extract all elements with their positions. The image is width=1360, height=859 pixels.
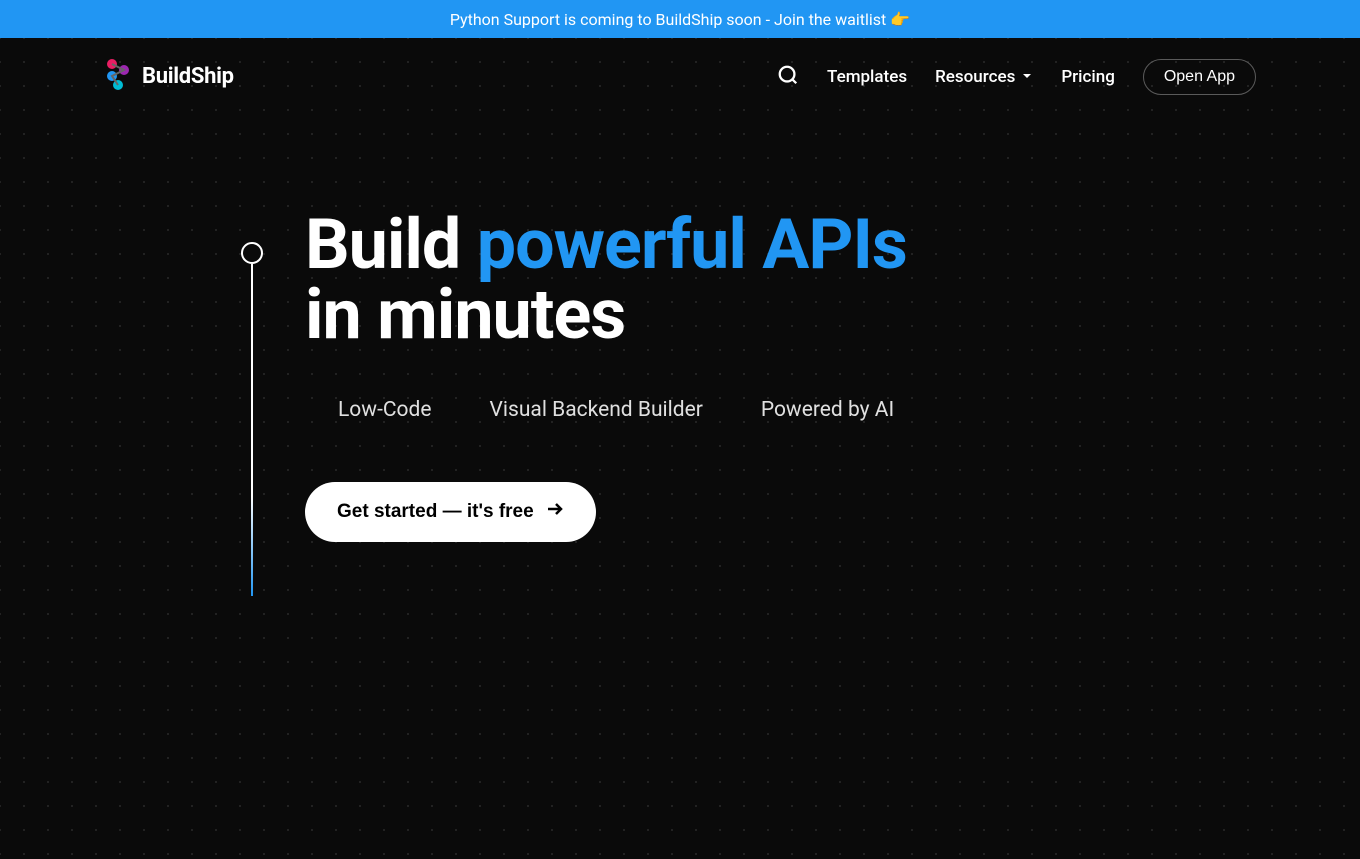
features-list: Low-Code Visual Backend Builder Powered … (305, 398, 1360, 422)
logo[interactable]: BuildShip (104, 58, 234, 95)
announcement-text: Python Support is coming to BuildShip so… (450, 10, 910, 29)
timeline-circle-icon (241, 242, 263, 264)
search-icon[interactable] (777, 64, 799, 90)
arrow-right-icon (546, 500, 564, 524)
open-app-button[interactable]: Open App (1143, 59, 1256, 95)
get-started-button[interactable]: Get started — it's free (305, 482, 596, 542)
main-header: BuildShip Templates Resources Pricing Op… (0, 38, 1360, 115)
nav-resources-label: Resources (935, 67, 1015, 87)
cta-label: Get started — it's free (337, 501, 534, 523)
feature-item: Powered by AI (761, 398, 894, 422)
chevron-down-icon (1021, 67, 1033, 87)
main-nav: Templates Resources Pricing Open App (777, 59, 1256, 95)
hero-title: Build powerful APIs in minutes (305, 210, 1360, 350)
timeline-decoration (251, 242, 263, 596)
announcement-banner[interactable]: Python Support is coming to BuildShip so… (0, 0, 1360, 38)
feature-item: Visual Backend Builder (490, 398, 703, 422)
nav-resources[interactable]: Resources (935, 67, 1033, 87)
timeline-line (251, 264, 253, 596)
nav-pricing[interactable]: Pricing (1061, 67, 1115, 87)
feature-item: Low-Code (338, 398, 432, 422)
hero-title-line2: in minutes (305, 280, 1360, 350)
hero-section: Build powerful APIs in minutes Low-Code … (0, 115, 1360, 542)
nav-templates[interactable]: Templates (827, 67, 907, 87)
hero-content: Build powerful APIs in minutes Low-Code … (240, 210, 1360, 542)
hero-title-line1: Build powerful APIs (305, 210, 1360, 280)
logo-text: BuildShip (142, 64, 234, 89)
logo-icon (104, 58, 132, 95)
